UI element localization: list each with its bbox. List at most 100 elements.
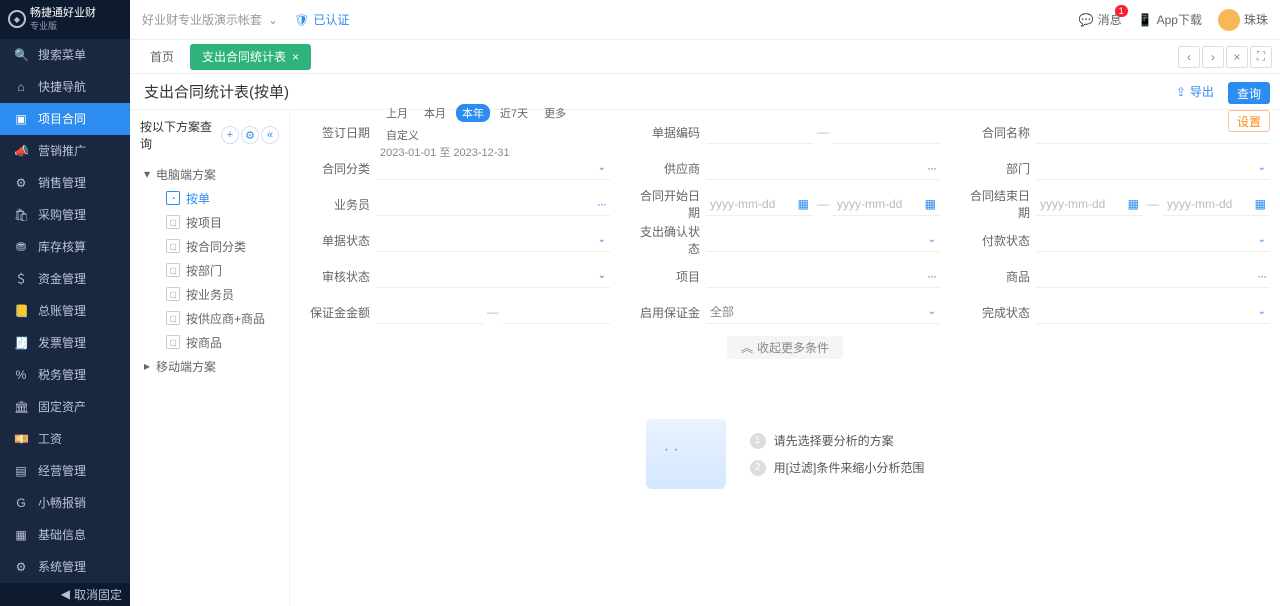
chip-this-year[interactable]: 本年 xyxy=(456,104,490,122)
logo: ◆ 畅捷通好业财 专业版 xyxy=(0,0,130,39)
sidebar-item-invoice[interactable]: 🧾发票管理 xyxy=(0,327,130,359)
sidebar-item-sales[interactable]: ⚙销售管理 xyxy=(0,167,130,199)
collapse-filters[interactable]: ︽ 收起更多条件 xyxy=(727,336,843,359)
chip-more[interactable]: 更多 xyxy=(538,104,572,122)
tab-fullscreen[interactable]: ⛶ xyxy=(1250,46,1272,68)
sidebar-item-assets[interactable]: 🏛固定资产 xyxy=(0,391,130,423)
close-icon[interactable]: × xyxy=(292,50,299,64)
tree-group-mobile[interactable]: ▸移动端方案 xyxy=(144,354,279,378)
caret-right-icon: ▸ xyxy=(144,359,150,373)
topbar: 好业财专业版演示帐套 ⌄ 🛡 已认证 💬 消息 1 📱 App下载 珠珠 xyxy=(130,0,1280,40)
start-date-from[interactable]: yyyy-mm-dd▦ xyxy=(706,192,813,216)
chevron-down-icon: ⌄ xyxy=(928,234,936,245)
sidebar-item-purchase[interactable]: 🛍采购管理 xyxy=(0,199,130,231)
calendar-icon: ▦ xyxy=(1128,197,1139,211)
invoice-icon: 🧾 xyxy=(14,336,28,350)
supplier-picker[interactable]: ··· xyxy=(706,156,940,180)
tab-prev[interactable]: ‹ xyxy=(1178,46,1200,68)
chevron-down-icon: ⌄ xyxy=(598,270,606,281)
project-picker[interactable]: ··· xyxy=(706,264,940,288)
sidebar-item-expense[interactable]: G小畅报销 xyxy=(0,487,130,519)
sidebar-item-project-contract[interactable]: ▣项目合同 xyxy=(0,103,130,135)
field-project: 项目··· xyxy=(630,262,940,290)
sidebar-item-funds[interactable]: ＄资金管理 xyxy=(0,263,130,295)
dept-select[interactable]: ⌄ xyxy=(1036,156,1270,180)
pay-status-select[interactable]: ⌄ xyxy=(1036,228,1270,252)
docno-to[interactable] xyxy=(833,120,940,144)
query-button[interactable]: 查询 xyxy=(1228,82,1270,104)
sidebar-item-business[interactable]: ▤经营管理 xyxy=(0,455,130,487)
expense-confirm-select[interactable]: ⌄ xyxy=(706,228,940,252)
field-expense-confirm: 支出确认状态⌄ xyxy=(630,226,940,254)
chip-this-month[interactable]: 本月 xyxy=(418,104,452,122)
bag-icon: 🛍 xyxy=(14,208,28,222)
sidebar-item-basic[interactable]: ▦基础信息 xyxy=(0,519,130,551)
chip-last-month[interactable]: 上月 xyxy=(380,104,414,122)
sidebar-item-system[interactable]: ⚙系统管理 xyxy=(0,551,130,583)
sidebar-item-quicknav[interactable]: ⌂快捷导航 xyxy=(0,71,130,103)
deposit-from[interactable] xyxy=(376,300,483,324)
doc-icon: ▢ xyxy=(166,263,180,277)
enable-deposit-select[interactable]: 全部⌄ xyxy=(706,300,940,324)
sidebar-item-inventory[interactable]: ⛃库存核算 xyxy=(0,231,130,263)
scheme-settings[interactable]: ⚙ xyxy=(241,126,259,144)
pin-icon: ◀ xyxy=(61,587,70,601)
tree-leaf-by-supplier-goods[interactable]: ▢按供应商+商品 xyxy=(144,306,279,330)
chevron-down-icon: ⌄ xyxy=(268,13,278,27)
field-start-date: 合同开始日期 yyyy-mm-dd▦ — yyyy-mm-dd▦ xyxy=(630,190,940,218)
tree-leaf-by-project[interactable]: ▢按项目 xyxy=(144,210,279,234)
tab-next[interactable]: › xyxy=(1202,46,1224,68)
sidebar-item-search[interactable]: 🔍搜索菜单 xyxy=(0,39,130,71)
chip-custom[interactable]: 自定义 xyxy=(380,126,425,144)
doc-icon: ▢ xyxy=(166,311,180,325)
search-icon: 🔍 xyxy=(14,48,28,62)
main: 好业财专业版演示帐套 ⌄ 🛡 已认证 💬 消息 1 📱 App下载 珠珠 xyxy=(130,0,1280,606)
end-date-from[interactable]: yyyy-mm-dd▦ xyxy=(1036,192,1143,216)
tab-report[interactable]: 支出合同统计表 × xyxy=(190,44,311,70)
settings-button[interactable]: 设置 xyxy=(1228,110,1270,132)
tree-title: 按以下方案查询 + ⚙ « xyxy=(140,118,279,152)
tree-leaf-by-order[interactable]: ◔按单 xyxy=(144,186,279,210)
contract-cat-select[interactable]: ⌄ xyxy=(376,156,610,180)
collapse-tree[interactable]: « xyxy=(261,126,279,144)
calendar-icon: ▦ xyxy=(798,197,809,211)
scheme-tree: 按以下方案查询 + ⚙ « ▾电脑端方案 ◔按单 ▢按项目 ▢按合同分类 ▢按部… xyxy=(130,74,290,606)
deposit-to[interactable] xyxy=(503,300,610,324)
tree-leaf-by-goods[interactable]: ▢按商品 xyxy=(144,330,279,354)
field-contract-cat: 合同分类⌄ xyxy=(300,154,610,182)
tree-leaf-by-category[interactable]: ▢按合同分类 xyxy=(144,234,279,258)
user-menu[interactable]: 珠珠 xyxy=(1218,9,1268,31)
field-salesman: 业务员··· xyxy=(300,190,610,218)
sidebar-item-salary[interactable]: 💴工资 xyxy=(0,423,130,455)
start-date-to[interactable]: yyyy-mm-dd▦ xyxy=(833,192,940,216)
goods-picker[interactable]: ··· xyxy=(1036,264,1270,288)
account-selector[interactable]: 好业财专业版演示帐套 ⌄ xyxy=(142,11,278,28)
doc-status-select[interactable]: ⌄ xyxy=(376,228,610,252)
tree-leaf-by-dept[interactable]: ▢按部门 xyxy=(144,258,279,282)
home-icon: ⌂ xyxy=(14,80,28,94)
tree-group-pc[interactable]: ▾电脑端方案 xyxy=(144,162,279,186)
sidebar-item-ledger[interactable]: 📒总账管理 xyxy=(0,295,130,327)
tab-home[interactable]: 首页 xyxy=(138,44,186,70)
chevron-down-icon: ⌄ xyxy=(1258,234,1266,245)
coin-icon: ＄ xyxy=(14,270,28,287)
download-button[interactable]: 📱 App下载 xyxy=(1138,11,1202,28)
sidebar-item-marketing[interactable]: 📣营销推广 xyxy=(0,135,130,167)
salesman-picker[interactable]: ··· xyxy=(376,192,610,216)
book-icon: 📒 xyxy=(14,304,28,318)
messages-button[interactable]: 💬 消息 1 xyxy=(1079,11,1122,28)
empty-step-1: 1请先选择要分析的方案 xyxy=(750,432,925,449)
docno-from[interactable] xyxy=(706,120,813,144)
brand-name: 畅捷通好业财 xyxy=(30,7,96,19)
chevron-down-icon: ⌄ xyxy=(598,162,606,173)
tab-closeall[interactable]: × xyxy=(1226,46,1248,68)
sidebar-item-tax[interactable]: %税务管理 xyxy=(0,359,130,391)
finish-status-select[interactable]: ⌄ xyxy=(1036,300,1270,324)
add-scheme[interactable]: + xyxy=(221,126,239,144)
chip-7days[interactable]: 近7天 xyxy=(494,104,534,122)
audit-status-select[interactable]: ⌄ xyxy=(376,264,610,288)
sidebar-unpin[interactable]: ◀取消固定 xyxy=(0,583,130,606)
doc-icon: ▢ xyxy=(166,335,180,349)
tree-leaf-by-salesman[interactable]: ▢按业务员 xyxy=(144,282,279,306)
end-date-to[interactable]: yyyy-mm-dd▦ xyxy=(1163,192,1270,216)
